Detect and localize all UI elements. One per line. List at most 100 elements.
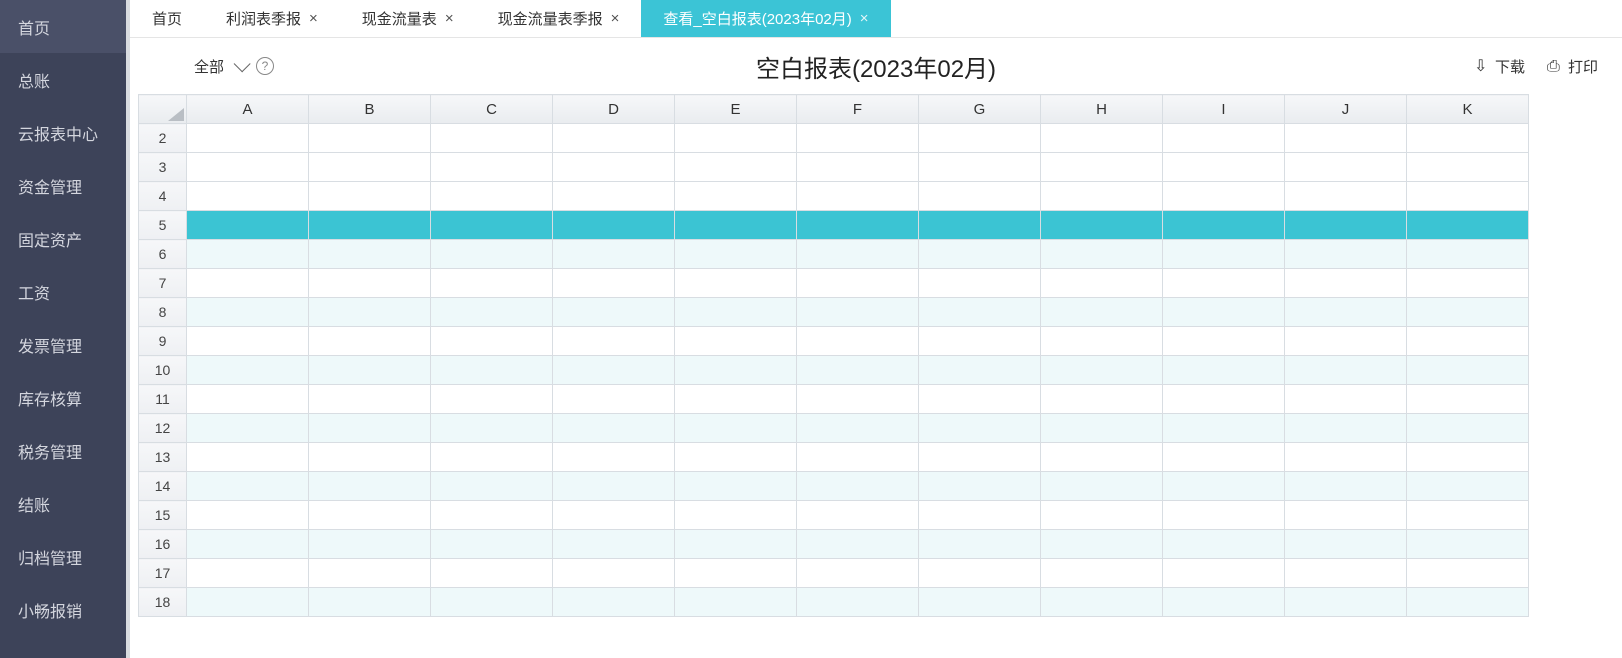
row-header-6[interactable]: 6 [139,240,187,269]
cell-H13[interactable] [1041,443,1163,472]
column-header-J[interactable]: J [1285,95,1407,124]
row-header-7[interactable]: 7 [139,269,187,298]
cell-J7[interactable] [1285,269,1407,298]
cell-G17[interactable] [919,559,1041,588]
sheet-corner[interactable] [139,95,187,124]
cell-B15[interactable] [309,501,431,530]
cell-B13[interactable] [309,443,431,472]
cell-B8[interactable] [309,298,431,327]
cell-F13[interactable] [797,443,919,472]
cell-A5[interactable] [187,211,309,240]
sidebar-item-1[interactable]: 总账 [0,53,126,106]
cell-C2[interactable] [431,124,553,153]
column-header-G[interactable]: G [919,95,1041,124]
sidebar-item-0[interactable]: 首页 [0,0,126,53]
row-header-5[interactable]: 5 [139,211,187,240]
cell-B18[interactable] [309,588,431,617]
sidebar-item-9[interactable]: 结账 [0,477,126,530]
cell-E8[interactable] [675,298,797,327]
cell-A6[interactable] [187,240,309,269]
cell-J13[interactable] [1285,443,1407,472]
cell-D9[interactable] [553,327,675,356]
cell-K18[interactable] [1407,588,1529,617]
cell-A4[interactable] [187,182,309,211]
cell-J16[interactable] [1285,530,1407,559]
row-header-18[interactable]: 18 [139,588,187,617]
cell-A17[interactable] [187,559,309,588]
cell-I14[interactable] [1163,472,1285,501]
row-header-12[interactable]: 12 [139,414,187,443]
cell-I8[interactable] [1163,298,1285,327]
cell-I6[interactable] [1163,240,1285,269]
row-header-9[interactable]: 9 [139,327,187,356]
close-icon[interactable] [445,11,454,26]
sidebar-item-2[interactable]: 云报表中心 [0,106,126,159]
cell-G14[interactable] [919,472,1041,501]
cell-E18[interactable] [675,588,797,617]
cell-A18[interactable] [187,588,309,617]
cell-A2[interactable] [187,124,309,153]
cell-D3[interactable] [553,153,675,182]
row-header-4[interactable]: 4 [139,182,187,211]
cell-I7[interactable] [1163,269,1285,298]
sidebar-item-8[interactable]: 税务管理 [0,424,126,477]
cell-C7[interactable] [431,269,553,298]
column-header-A[interactable]: A [187,95,309,124]
cell-D10[interactable] [553,356,675,385]
column-header-E[interactable]: E [675,95,797,124]
sidebar-item-6[interactable]: 发票管理 [0,318,126,371]
cell-H12[interactable] [1041,414,1163,443]
cell-H16[interactable] [1041,530,1163,559]
tab-0[interactable]: 首页 [130,0,204,37]
cell-A11[interactable] [187,385,309,414]
cell-E16[interactable] [675,530,797,559]
cell-F15[interactable] [797,501,919,530]
cell-H15[interactable] [1041,501,1163,530]
cell-J8[interactable] [1285,298,1407,327]
cell-B7[interactable] [309,269,431,298]
cell-I17[interactable] [1163,559,1285,588]
cell-F8[interactable] [797,298,919,327]
cell-C12[interactable] [431,414,553,443]
cell-G10[interactable] [919,356,1041,385]
cell-B14[interactable] [309,472,431,501]
cell-D11[interactable] [553,385,675,414]
cell-E14[interactable] [675,472,797,501]
cell-E12[interactable] [675,414,797,443]
cell-G4[interactable] [919,182,1041,211]
cell-J11[interactable] [1285,385,1407,414]
cell-B10[interactable] [309,356,431,385]
row-header-16[interactable]: 16 [139,530,187,559]
cell-B11[interactable] [309,385,431,414]
close-icon[interactable] [611,11,620,26]
column-header-F[interactable]: F [797,95,919,124]
cell-F16[interactable] [797,530,919,559]
cell-D6[interactable] [553,240,675,269]
cell-E9[interactable] [675,327,797,356]
cell-F3[interactable] [797,153,919,182]
cell-E13[interactable] [675,443,797,472]
row-header-15[interactable]: 15 [139,501,187,530]
cell-D15[interactable] [553,501,675,530]
cell-C10[interactable] [431,356,553,385]
cell-C13[interactable] [431,443,553,472]
cell-C3[interactable] [431,153,553,182]
cell-D5[interactable] [553,211,675,240]
cell-G13[interactable] [919,443,1041,472]
column-header-K[interactable]: K [1407,95,1529,124]
cell-I15[interactable] [1163,501,1285,530]
cell-K14[interactable] [1407,472,1529,501]
cell-E5[interactable] [675,211,797,240]
cell-J5[interactable] [1285,211,1407,240]
cell-I10[interactable] [1163,356,1285,385]
column-header-C[interactable]: C [431,95,553,124]
cell-D12[interactable] [553,414,675,443]
cell-G16[interactable] [919,530,1041,559]
cell-D16[interactable] [553,530,675,559]
cell-B2[interactable] [309,124,431,153]
cell-E6[interactable] [675,240,797,269]
spreadsheet[interactable]: ABCDEFGHIJK23456789101112131415161718 [130,94,1622,658]
cell-H18[interactable] [1041,588,1163,617]
cell-J2[interactable] [1285,124,1407,153]
cell-D4[interactable] [553,182,675,211]
